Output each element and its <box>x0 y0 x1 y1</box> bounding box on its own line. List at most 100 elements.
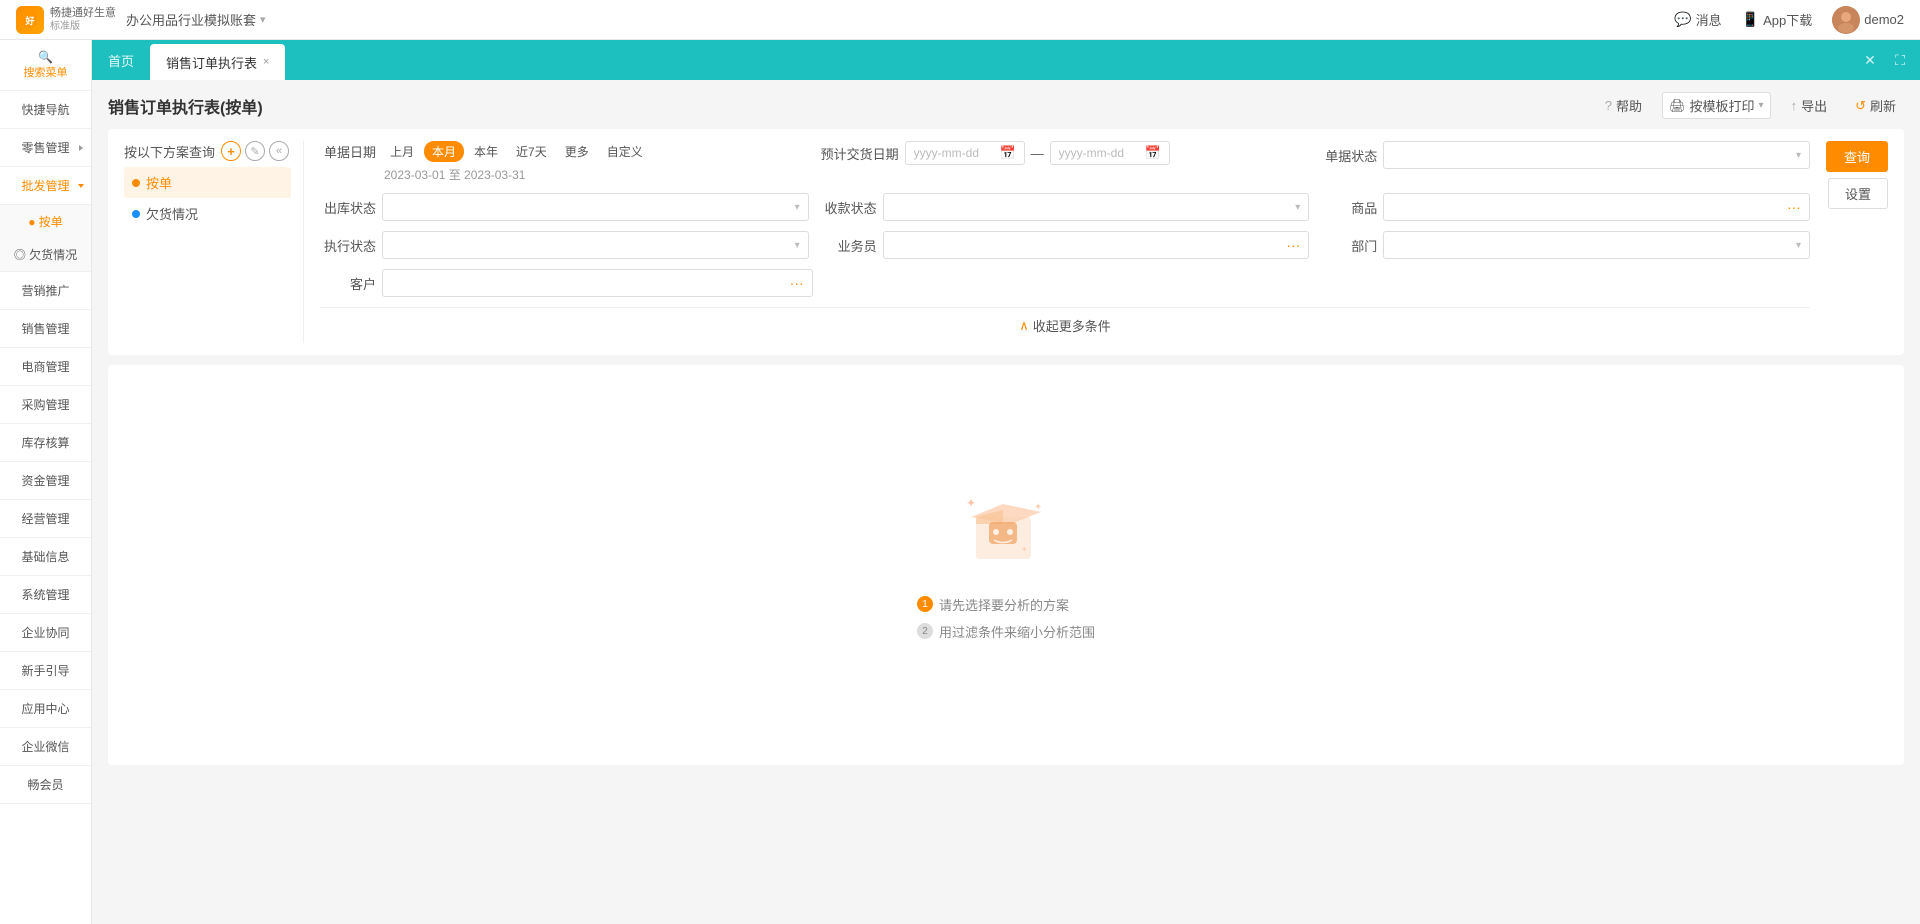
message-button[interactable]: 💬 消息 <box>1674 10 1721 29</box>
step-1-text: 请先选择要分析的方案 <box>939 595 1069 614</box>
query-button[interactable]: 查询 <box>1826 141 1888 172</box>
add-scheme-button[interactable]: + <box>221 141 241 161</box>
sidebar-item-wechat[interactable]: 企业微信 <box>0 728 91 766</box>
sidebar-item-finance[interactable]: 资金管理 <box>0 462 91 500</box>
help-icon: ? <box>1605 98 1612 113</box>
sidebar-item-purchase[interactable]: 采购管理 <box>0 386 91 424</box>
sidebar-sub-item-inventory[interactable]: ◎ 欠货情况 <box>0 238 91 271</box>
customer-input[interactable]: ··· <box>382 269 813 297</box>
scheme-panel-title: 按以下方案查询 + ✎ « <box>124 141 291 161</box>
collapse-icon: ∧ <box>1019 318 1029 334</box>
sidebar-item-wholesale[interactable]: 批发管理 <box>0 167 91 205</box>
print-button[interactable]: 🖨 按模板打印 ▾ <box>1662 92 1771 119</box>
date-tab-more[interactable]: 更多 <box>557 141 597 162</box>
receipt-status-select[interactable]: ▾ <box>883 193 1310 221</box>
status-filter: 单据状态 ▾ <box>1321 141 1810 169</box>
date-filter: 单据日期 上月 本月 本年 近7天 更多 自定义 <box>320 141 809 162</box>
sidebar-item-search[interactable]: 🔍 搜索菜单 <box>0 40 91 91</box>
collapse-more-button[interactable]: ∧ 收起更多条件 <box>320 307 1810 343</box>
expected-date-end-input[interactable]: yyyy-mm-dd 📅 <box>1050 141 1170 165</box>
sidebar-item-marketing[interactable]: 营销推广 <box>0 272 91 310</box>
date-tab-this-year[interactable]: 本年 <box>466 141 506 162</box>
tab-orders[interactable]: 销售订单执行表 × <box>150 44 285 80</box>
export-icon: ↑ <box>1791 98 1798 113</box>
top-bar: 好 畅捷通好生意 标准版 办公用品行业模拟账套 ▾ 💬 消息 📱 App下载 <box>0 0 1920 40</box>
goods-input[interactable]: ··· <box>1383 193 1810 221</box>
salesperson-input[interactable]: ··· <box>883 231 1310 259</box>
help-button[interactable]: ? 帮助 <box>1597 92 1650 119</box>
left-filter-panel: 按以下方案查询 + ✎ « 按单 <box>124 141 304 343</box>
empty-step-1: 1 请先选择要分析的方案 <box>917 595 1095 614</box>
expected-date-label: 预计交货日期 <box>821 144 899 163</box>
sidebar-item-basic-info[interactable]: 基础信息 <box>0 538 91 576</box>
date-tab-7days[interactable]: 近7天 <box>508 141 555 162</box>
refresh-button[interactable]: ↺ 刷新 <box>1847 92 1904 119</box>
status-select[interactable]: ▾ <box>1383 141 1810 169</box>
tab-close-button[interactable]: ✕ <box>1858 48 1882 72</box>
scheme-label-backorder: 欠货情况 <box>146 204 198 223</box>
step-2-text: 用过滤条件来缩小分析范围 <box>939 622 1095 641</box>
edit-scheme-button[interactable]: ✎ <box>245 141 265 161</box>
empty-icon: ✦ ✦ ✦ <box>956 482 1056 575</box>
department-arrow-icon: ▾ <box>1796 240 1801 251</box>
scheme-item-backorder[interactable]: 欠货情况 <box>124 198 291 229</box>
delivery-status-select[interactable]: ▾ <box>382 193 809 221</box>
date-tab-this-month[interactable]: 本月 <box>424 141 464 162</box>
date-separator: — <box>1031 146 1044 161</box>
breadcrumb-text: 办公用品行业模拟账套 <box>126 10 256 29</box>
customer-filter: 客户 ··· <box>320 269 813 297</box>
date-tab-custom[interactable]: 自定义 <box>599 141 651 162</box>
sidebar-item-app-center[interactable]: 应用中心 <box>0 690 91 728</box>
wholesale-sub-section: ● 按单 ◎ 欠货情况 <box>0 205 91 272</box>
user-label: demo2 <box>1864 12 1904 27</box>
export-button[interactable]: ↑ 导出 <box>1783 92 1836 119</box>
sidebar: 🔍 搜索菜单 快捷导航 零售管理 批发管理 ● 按单 ◎ 欠货情况 营销推广 销… <box>0 40 92 924</box>
refresh-icon: ↺ <box>1855 98 1866 114</box>
sidebar-item-system[interactable]: 系统管理 <box>0 576 91 614</box>
sidebar-sub-item-orders[interactable]: ● 按单 <box>0 205 91 238</box>
date-range-text: 2023-03-01 至 2023-03-31 <box>384 168 525 182</box>
page-content: 销售订单执行表(按单) ? 帮助 🖨 按模板打印 ▾ ↑ 导出 <box>92 80 1920 924</box>
breadcrumb-arrow-icon[interactable]: ▾ <box>260 13 266 26</box>
sidebar-item-sales[interactable]: 销售管理 <box>0 310 91 348</box>
filter-area: 按以下方案查询 + ✎ « 按单 <box>124 141 1888 343</box>
app-download-icon: 📱 <box>1742 11 1759 28</box>
search-icon: 🔍 <box>38 50 53 64</box>
sidebar-item-inventory-check[interactable]: 库存核算 <box>0 424 91 462</box>
sidebar-item-member[interactable]: 畅会员 <box>0 766 91 804</box>
salesperson-filter: 业务员 ··· <box>821 231 1310 259</box>
scheme-item-order[interactable]: 按单 <box>124 167 291 198</box>
sidebar-item-quick-nav[interactable]: 快捷导航 <box>0 91 91 129</box>
salesperson-dots[interactable]: ··· <box>1286 237 1300 253</box>
page-title: 销售订单执行表(按单) <box>108 94 263 118</box>
execution-status-select[interactable]: ▾ <box>382 231 809 259</box>
breadcrumb-nav[interactable]: 办公用品行业模拟账套 ▾ <box>126 10 266 29</box>
svg-text:好: 好 <box>24 15 34 26</box>
sidebar-item-retail[interactable]: 零售管理 <box>0 129 91 167</box>
print-icon: 🖨 <box>1669 98 1686 114</box>
department-select[interactable]: ▾ <box>1383 231 1810 259</box>
page-actions: ? 帮助 🖨 按模板打印 ▾ ↑ 导出 ↺ 刷新 <box>1597 92 1904 119</box>
expected-date-start-input[interactable]: yyyy-mm-dd 📅 <box>905 141 1025 165</box>
expected-date-start-placeholder: yyyy-mm-dd <box>914 146 979 160</box>
query-section: 查询 设置 <box>1826 141 1888 343</box>
empty-state: ✦ ✦ ✦ 1 请先选择要分析的方案 2 用过滤条件来缩小分析范围 <box>108 365 1904 765</box>
sidebar-item-operations[interactable]: 经营管理 <box>0 500 91 538</box>
app-download-button[interactable]: 📱 App下载 <box>1742 10 1813 29</box>
customer-dots[interactable]: ··· <box>790 275 804 291</box>
tab-maximize-button[interactable]: ⛶ <box>1888 48 1912 72</box>
receipt-status-filter: 收款状态 ▾ <box>821 193 1310 221</box>
user-menu[interactable]: demo2 <box>1832 6 1904 34</box>
settings-button[interactable]: 设置 <box>1828 178 1888 209</box>
sidebar-item-enterprise[interactable]: 企业协同 <box>0 614 91 652</box>
tab-close-icon[interactable]: × <box>263 56 269 68</box>
expected-date-filter-group: 预计交货日期 yyyy-mm-dd 📅 — yyyy-mm-dd 📅 <box>821 141 1310 165</box>
export-label: 导出 <box>1801 96 1827 115</box>
date-tab-last-month[interactable]: 上月 <box>382 141 422 162</box>
goods-dots[interactable]: ··· <box>1787 199 1801 215</box>
tab-home[interactable]: 首页 <box>92 40 150 80</box>
sidebar-item-ecommerce[interactable]: 电商管理 <box>0 348 91 386</box>
collapse-scheme-button[interactable]: « <box>269 141 289 161</box>
right-filter-content: 单据日期 上月 本月 本年 近7天 更多 自定义 <box>320 141 1810 343</box>
sidebar-item-newbie[interactable]: 新手引导 <box>0 652 91 690</box>
